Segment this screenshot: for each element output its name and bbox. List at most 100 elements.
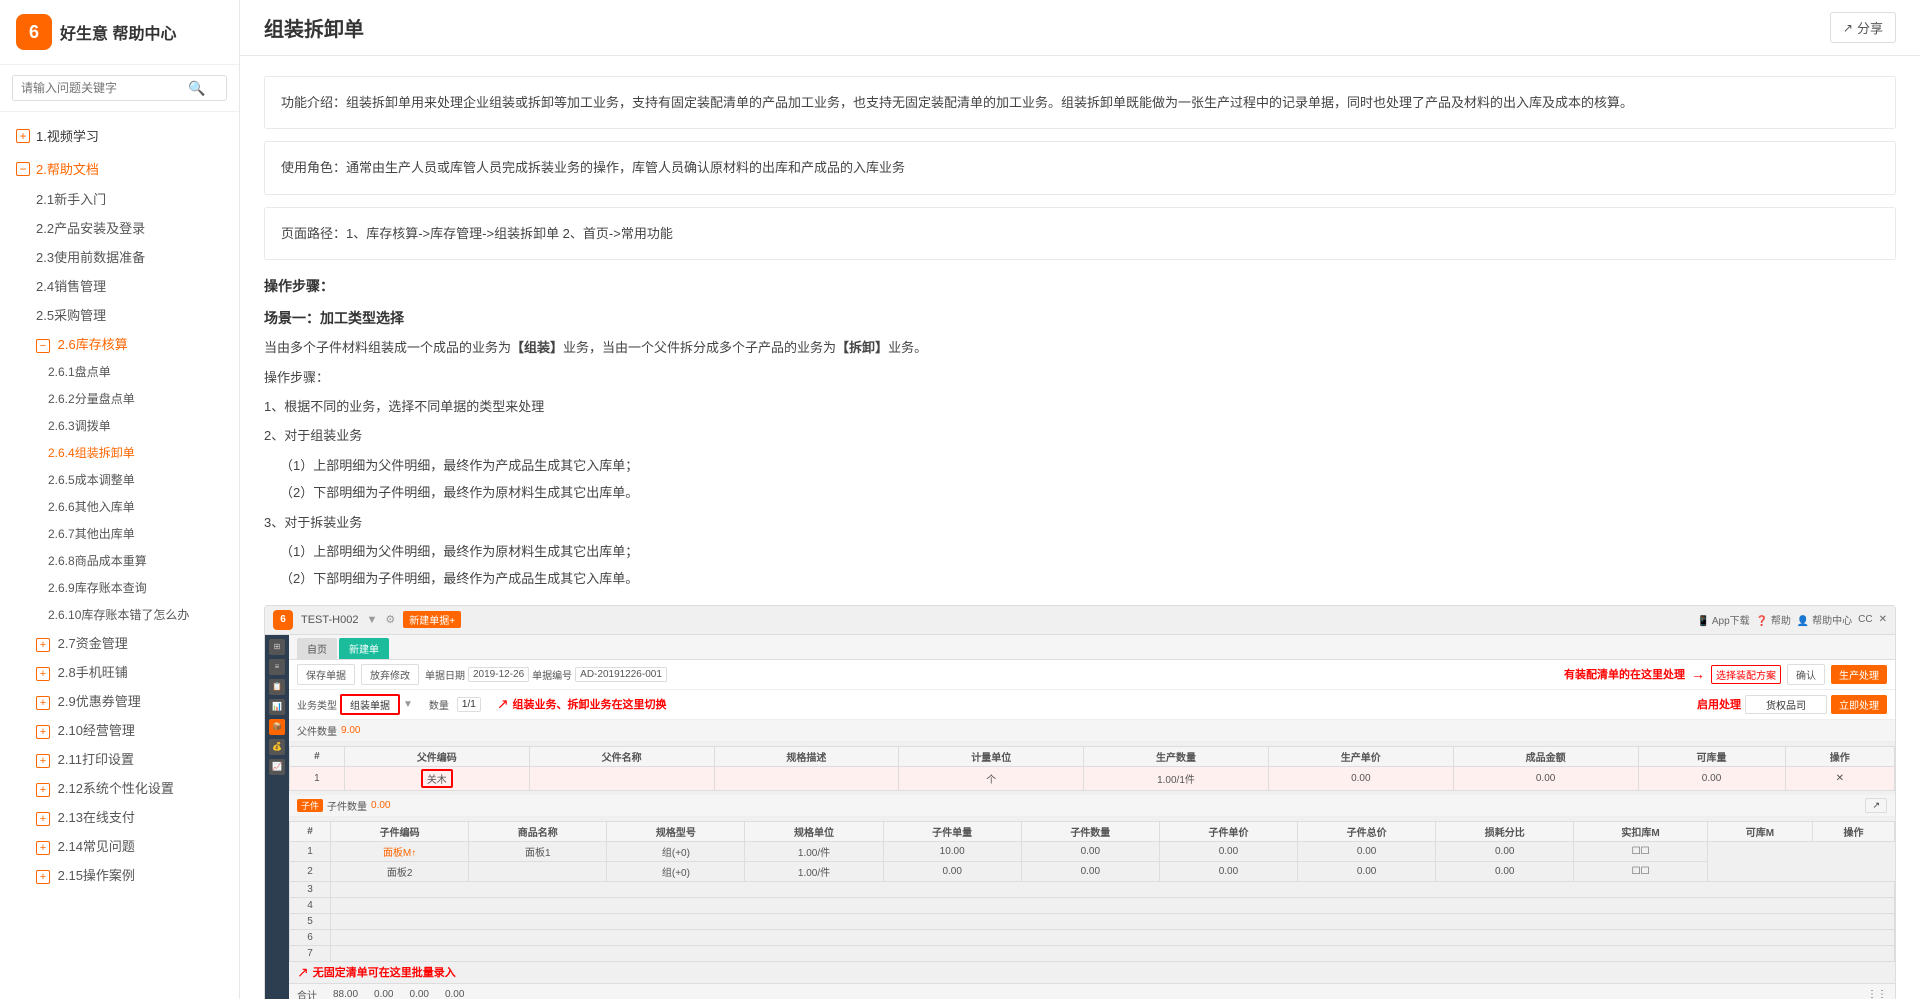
logo-area: 6 好生意 帮助中心 xyxy=(0,0,239,65)
sc-icon-sidebar: ⊞ ≡ 📋 📊 📦 💰 📈 xyxy=(265,635,289,999)
nav-item-coupon[interactable]: + 2.9优惠券管理 xyxy=(0,686,239,715)
annotation-bottom: 组装业务、拆卸业务在这里切换 xyxy=(513,696,667,712)
sc-th-no: # xyxy=(290,746,345,766)
nav-item-sales[interactable]: 2.4销售管理 xyxy=(0,271,239,300)
nav-inv-2[interactable]: 2.6.2分量盘点单 xyxy=(0,385,239,412)
sc-table-child: # 子件编码 商品名称 规格型号 规格单位 子件单量 子件数量 子件单价 子件总… xyxy=(289,821,1895,962)
sc-select-scheme: 选择装配方案 xyxy=(1711,665,1781,684)
sc-th-name: 父件名称 xyxy=(529,746,714,766)
scenario1-desc: 当由多个子件材料组装成一个成品的业务为【组装】业务，当由一个父件拆分成多个子产品… xyxy=(264,336,1896,359)
nav-inv-8[interactable]: 2.6.8商品成本重算 xyxy=(0,547,239,574)
sc-form-meta: 单据日期 2019-12-26 单据编号 AD-20191226-001 xyxy=(425,667,667,682)
sc-discard-btn[interactable]: 放弃修改 xyxy=(361,664,419,685)
nav-item-cases[interactable]: + 2.15操作案例 xyxy=(0,860,239,889)
sc-footer-v1: 88.00 xyxy=(333,989,358,999)
sc-th-action: 操作 xyxy=(1785,746,1894,766)
nav-inv-3[interactable]: 2.6.3调拨单 xyxy=(0,412,239,439)
step2-2: （2）下部明细为子件明细，最终作为原材料生成其它出库单。 xyxy=(280,481,1896,504)
sc-confirm-btn[interactable]: 确认 xyxy=(1787,664,1825,685)
intro-block-2: 使用角色：通常由生产人员或库管人员完成拆装业务的操作，库管人员确认原材料的出库和… xyxy=(264,141,1896,194)
nav-inv-7[interactable]: 2.6.7其他出库单 xyxy=(0,520,239,547)
sc-sidebar-icon-7: 📈 xyxy=(269,759,285,775)
ops-title: 操作步骤： xyxy=(264,276,1896,296)
nav-group-video: + 1.视频学习 xyxy=(0,120,239,151)
sc-titlebar-right: 📱 App下载 ❓ 帮助 👤 帮助中心 CC ✕ xyxy=(1697,612,1887,627)
sc-process-btn[interactable]: 生产处理 xyxy=(1831,665,1887,684)
sc-cth-avail: 可库M xyxy=(1707,821,1812,841)
page-title: 组装拆卸单 xyxy=(264,13,364,42)
step2-1: （1）上部明细为父件明细，最终作为产成品生成其它入库单； xyxy=(280,454,1896,477)
intro-text-2: 使用角色：通常由生产人员或库管人员完成拆装业务的操作，库管人员确认原材料的出库和… xyxy=(281,160,905,175)
sc-section-child: 子件 子件数量 0.00 ↗ # 子件编码 商品名称 规 xyxy=(289,795,1895,999)
sc-tab-home[interactable]: 自页 xyxy=(297,638,337,659)
sc-cth-name: 商品名称 xyxy=(469,821,607,841)
main: 组装拆卸单 ↗ 分享 功能介绍：组装拆卸单用来处理企业组装或拆卸等加工业务，支持… xyxy=(240,0,1920,999)
nav-label-docs: 2.帮助文档 xyxy=(36,159,99,178)
share-icon: ↗ xyxy=(1843,21,1853,35)
logo-text: 好生意 帮助中心 xyxy=(60,20,176,44)
nav-item-video[interactable]: + 1.视频学习 xyxy=(0,120,239,151)
sc-toolbar: 保存单据 放弃修改 单据日期 2019-12-26 单据编号 AD-201912… xyxy=(289,660,1895,690)
step3-1: （1）上部明细为父件明细，最终作为原材料生成其它出库单； xyxy=(280,540,1896,563)
sc-sidebar-icon-2: ≡ xyxy=(269,659,285,675)
sc-th-price: 生产单价 xyxy=(1268,746,1453,766)
sc-section-label: 父件数量 xyxy=(297,723,337,738)
main-header: 组装拆卸单 ↗ 分享 xyxy=(240,0,1920,56)
sc-th-avail: 可库量 xyxy=(1638,746,1785,766)
sc-qty-value: 1/1 xyxy=(457,697,481,712)
sc-child-count: 0.00 xyxy=(371,800,390,811)
share-button[interactable]: ↗ 分享 xyxy=(1830,12,1896,43)
nav-item-faq[interactable]: + 2.14常见问题 xyxy=(0,831,239,860)
sc-footer-v3: 0.00 xyxy=(410,989,429,999)
sc-section-header-child: 子件 子件数量 0.00 ↗ xyxy=(289,795,1895,817)
sc-save-btn[interactable]: 保存单据 xyxy=(297,664,355,685)
step2: 2、对于组装业务 xyxy=(264,424,1896,447)
nav-item-payment[interactable]: + 2.13在线支付 xyxy=(0,802,239,831)
sc-enable-btn[interactable]: 立即处理 xyxy=(1831,695,1887,714)
step3: 3、对于拆装业务 xyxy=(264,511,1896,534)
nav-inv-9[interactable]: 2.6.9库存账本查询 xyxy=(0,574,239,601)
nav-item-mobile[interactable]: + 2.8手机旺铺 xyxy=(0,657,239,686)
sc-form-row-1: 业务类型 组装单据 ▼ 数量 1/1 ↙ 组装业务、拆卸业务在这里切换 xyxy=(289,690,1895,720)
nav-inv-1[interactable]: 2.6.1盘点单 xyxy=(0,358,239,385)
nav-item-finance[interactable]: + 2.7资金管理 xyxy=(0,628,239,657)
sc-th-code: 父件编码 xyxy=(344,746,529,766)
sc-footer-right: ⋮⋮ xyxy=(1867,989,1887,999)
step1: 1、根据不同的业务，选择不同单据的类型来处理 xyxy=(264,395,1896,418)
sc-logo: 6 xyxy=(273,610,293,630)
nav-inv-5[interactable]: 2.6.5成本调整单 xyxy=(0,466,239,493)
nav-item-docs[interactable]: − 2.帮助文档 xyxy=(0,153,239,184)
nav-item-inventory[interactable]: − 2.6库存核算 xyxy=(0,329,239,358)
nav-item-purchase[interactable]: 2.5采购管理 xyxy=(0,300,239,329)
sc-cth-loss: 损耗分比 xyxy=(1436,821,1574,841)
sc-cth-single: 子件单量 xyxy=(883,821,1021,841)
nav-item-install[interactable]: 2.2产品安装及登录 xyxy=(0,213,239,242)
sc-sidebar-icon-6: 💰 xyxy=(269,739,285,755)
sc-tab-new[interactable]: 新建单 xyxy=(339,638,389,659)
sc-footer-v2: 0.00 xyxy=(374,989,393,999)
sc-th-amount: 成品金额 xyxy=(1453,746,1638,766)
content-area: 功能介绍：组装拆卸单用来处理企业组装或拆卸等加工业务，支持有固定装配清单的产品加… xyxy=(240,56,1920,999)
search-button[interactable]: 🔍 xyxy=(188,80,205,97)
intro-text-1: 功能介绍：组装拆卸单用来处理企业组装或拆卸等加工业务，支持有固定装配清单的产品加… xyxy=(281,95,1633,110)
sc-child-row-2: 2 面板2 组(+0) 1.00/件 0.00 0.00 0.00 0.00 xyxy=(290,861,1895,881)
nav-inv-6[interactable]: 2.6.6其他入库单 xyxy=(0,493,239,520)
sc-annotation-fill: ↗ 无固定清单可在这里批量录入 xyxy=(289,962,1895,983)
step3-2: （2）下部明细为子件明细，最终作为产成品生成其它入库单。 xyxy=(280,567,1896,590)
sc-cth-unit: 规格单位 xyxy=(745,821,883,841)
intro-block-3: 页面路径：1、库存核算->库存管理->组装拆卸单 2、首页->常用功能 xyxy=(264,207,1896,260)
nav-inv-4[interactable]: 2.6.4组装拆卸单 xyxy=(0,439,239,466)
nav-sub-inventory: 2.6.1盘点单 2.6.2分量盘点单 2.6.3调拨单 2.6.4组装拆卸单 … xyxy=(0,358,239,628)
sc-footer-total: 合计 xyxy=(297,987,317,999)
nav-item-data[interactable]: 2.3使用前数据准备 xyxy=(0,242,239,271)
screenshot-container: 6 TEST-H002 ▼ ⚙ 新建单据+ 📱 App下载 ❓ 帮助 👤 帮助中… xyxy=(264,605,1896,999)
nav-item-newbie[interactable]: 2.1新手入门 xyxy=(0,184,239,213)
sc-date-label: 单据日期 xyxy=(425,667,465,682)
nav-item-print[interactable]: + 2.11打印设置 xyxy=(0,744,239,773)
nav-inv-10[interactable]: 2.6.10库存账本错了怎么办 xyxy=(0,601,239,628)
arrow-icon-top: → xyxy=(1691,666,1705,682)
nav-item-sysconfig[interactable]: + 2.12系统个性化设置 xyxy=(0,773,239,802)
sc-close-icon: ✕ xyxy=(1879,614,1887,625)
sc-dropdown: ▼ xyxy=(403,699,413,710)
nav-item-ops[interactable]: + 2.10经营管理 xyxy=(0,715,239,744)
